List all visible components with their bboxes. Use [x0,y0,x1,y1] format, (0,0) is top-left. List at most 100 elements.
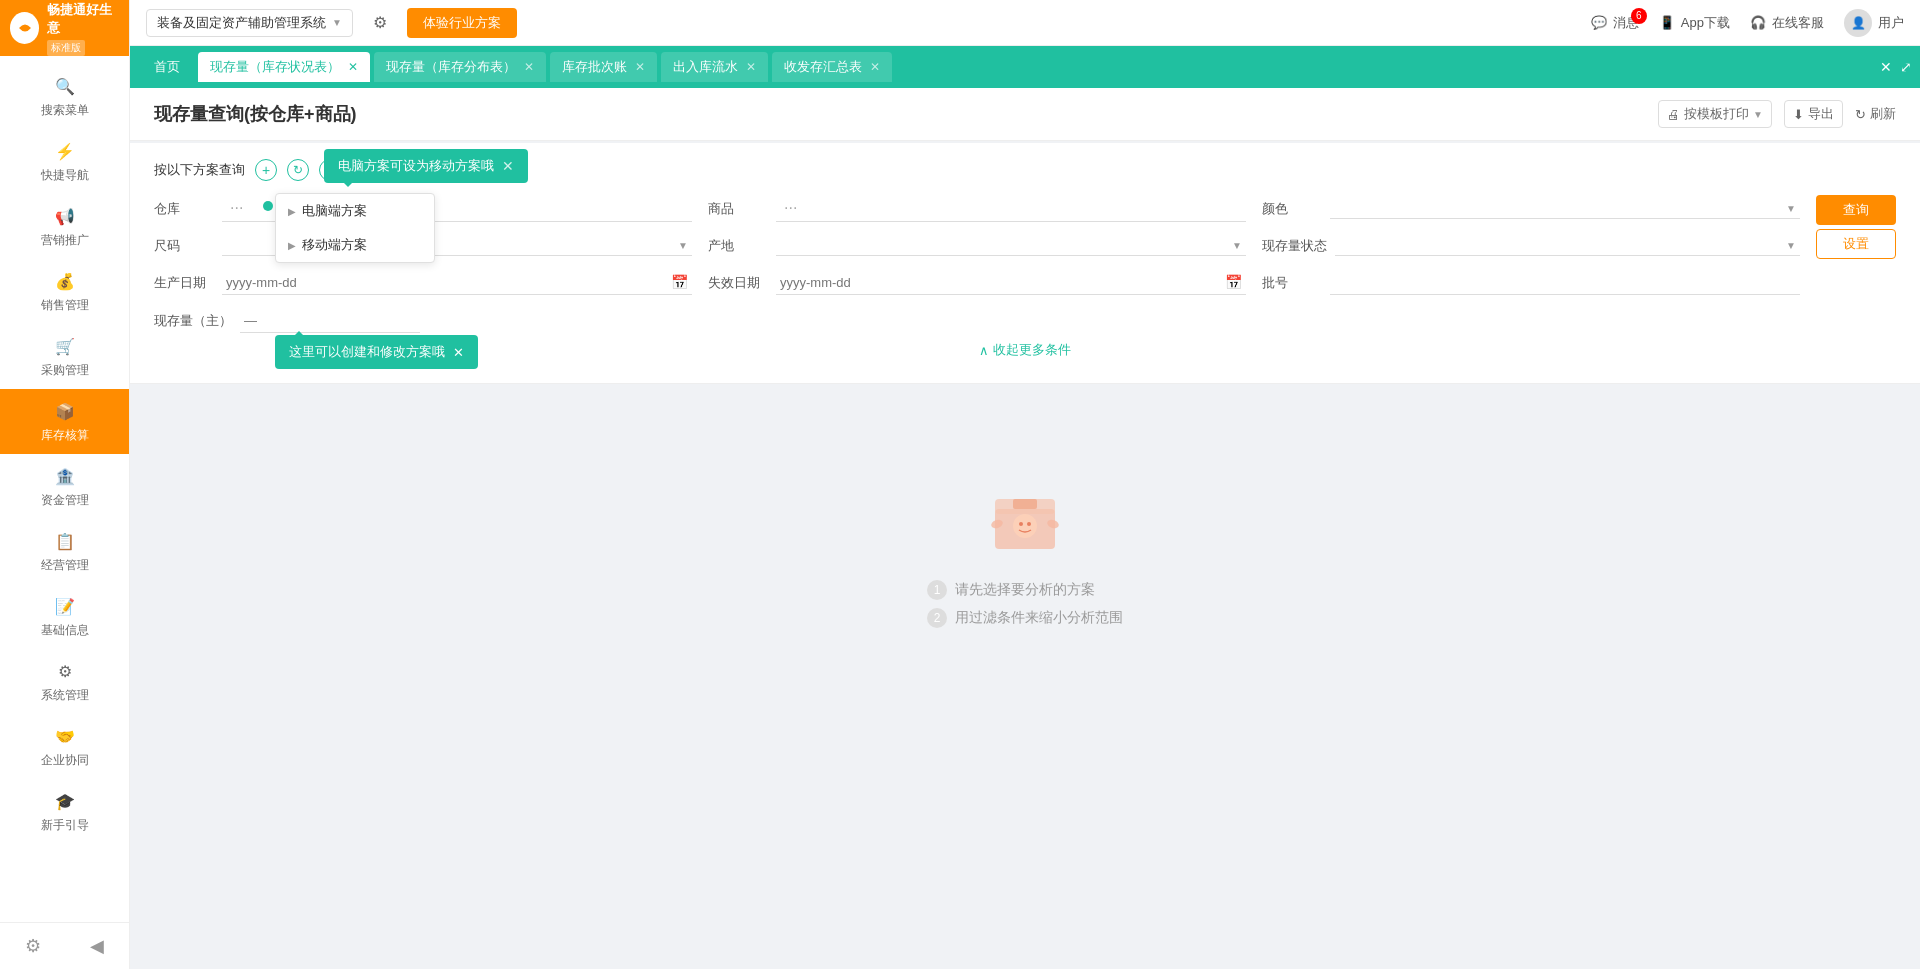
sidebar-item-sales[interactable]: 💰销售管理 [0,259,129,324]
filter-header: 按以下方案查询 + ↻ « 电脑方案可设为移动方案哦 ✕ [154,159,1896,181]
expiry-date-text[interactable] [780,275,1225,290]
prod-date-field: 生产日期 📅 [154,270,692,295]
expand-icon[interactable]: ⤢ [1900,59,1912,75]
marketing-icon: 📢 [53,204,77,228]
tab-in-out-flow[interactable]: 出入库流水 ✕ [661,52,768,82]
sidebar-item-operations[interactable]: 📋经营管理 [0,519,129,584]
sidebar-item-system[interactable]: ⚙系统管理 [0,649,129,714]
tab-home[interactable]: 首页 [138,50,196,84]
color-select[interactable]: ▼ [1330,199,1800,219]
tab-recv-summary[interactable]: 收发存汇总表 ✕ [772,52,892,82]
system-select[interactable]: 装备及固定资产辅助管理系统 ▼ [146,9,353,37]
chevron-down-icon: ▼ [1232,240,1242,251]
tab-inventory-status[interactable]: 现存量（库存状况表） ✕ [198,52,370,82]
tooltip-edit-scheme: 这里可以创建和修改方案哦 ✕ [275,335,478,369]
sidebar-item-search-menu[interactable]: 🔍搜索菜单 [0,64,129,129]
message-button[interactable]: 💬 消息 6 [1591,14,1639,32]
tab-close-icon[interactable]: ✕ [348,60,358,74]
quick-nav-icon: ⚡ [53,139,77,163]
sidebar-item-basic-info[interactable]: 📝基础信息 [0,584,129,649]
empty-state: 1 请先选择要分析的方案 2 用过滤条件来缩小分析范围 [130,384,1920,708]
empty-tip-2: 2 用过滤条件来缩小分析范围 [927,608,1123,628]
sidebar-item-inventory[interactable]: 📦库存核算 [0,389,129,454]
app-download-button[interactable]: 📱 App下载 [1659,14,1730,32]
export-button[interactable]: ⬇ 导出 [1784,100,1843,128]
filter-refresh-button[interactable]: ↻ [287,159,309,181]
scheme-item-pc[interactable]: ▶ 电脑端方案 [276,194,434,228]
operations-icon: 📋 [53,529,77,553]
settings-icon[interactable]: ⚙ [25,935,41,957]
prod-date-input[interactable]: 📅 [222,270,692,295]
sidebar-item-finance[interactable]: 🏦资金管理 [0,454,129,519]
tab-close-icon[interactable]: ✕ [746,60,756,74]
top-header: 装备及固定资产辅助管理系统 ▼ ⚙ 体验行业方案 💬 消息 6 📱 App下载 … [130,0,1920,46]
chevron-down-icon: ▼ [678,240,688,251]
prod-date-text[interactable] [226,275,671,290]
enterprise-icon: 🤝 [53,724,77,748]
product-field: 商品 ··· [708,195,1246,222]
filter-row-3: 生产日期 📅 失效日期 📅 [154,270,1800,295]
sidebar-item-enterprise[interactable]: 🤝企业协同 [0,714,129,779]
tab-bar-actions: ✕ ⤢ [1880,59,1912,75]
finance-icon: 🏦 [53,464,77,488]
inventory-status-select[interactable]: ▼ [1335,236,1800,256]
qty-main-text[interactable] [244,313,416,328]
batch-input[interactable] [1330,271,1800,295]
headset-icon: 🎧 [1750,15,1766,30]
export-icon: ⬇ [1793,107,1804,122]
calendar-icon[interactable]: 📅 [671,274,688,290]
sidebar: 畅捷通好生意 标准版 🔍搜索菜单⚡快捷导航📢营销推广💰销售管理🛒采购管理📦库存核… [0,0,130,969]
tooltip-scheme-hint: 电脑方案可设为移动方案哦 ✕ [324,149,528,183]
origin-select[interactable]: ▼ [776,236,1246,256]
expiry-date-input[interactable]: 📅 [776,270,1246,295]
chevron-down-icon: ▼ [1753,109,1763,120]
svg-point-0 [22,25,28,31]
svg-point-6 [1027,522,1031,526]
basic-info-icon: 📝 [53,594,77,618]
sales-icon: 💰 [53,269,77,293]
online-service-button[interactable]: 🎧 在线客服 [1750,14,1824,32]
tooltip-close-icon[interactable]: ✕ [502,158,514,174]
qty-main-input[interactable] [240,309,420,333]
tab-close-icon[interactable]: ✕ [635,60,645,74]
logo-text: 畅捷通好生意 标准版 [47,1,119,56]
qty-main-field: 现存量（主） [154,309,697,333]
sidebar-item-purchase[interactable]: 🛒采购管理 [0,324,129,389]
system-icon: ⚙ [53,659,77,683]
chevron-right-icon: ▶ [288,240,296,251]
filter-panel: 按以下方案查询 + ↻ « 电脑方案可设为移动方案哦 ✕ ▶ 电脑端方案 [130,143,1920,384]
query-button[interactable]: 查询 [1816,195,1896,225]
sidebar-item-marketing[interactable]: 📢营销推广 [0,194,129,259]
message-icon: 💬 [1591,15,1607,30]
tab-close-icon[interactable]: ✕ [870,60,880,74]
main-area: 装备及固定资产辅助管理系统 ▼ ⚙ 体验行业方案 💬 消息 6 📱 App下载 … [130,0,1920,969]
content-area: 现存量查询(按仓库+商品) 🖨 按模板打印 ▼ ⬇ 导出 ↻ 刷新 [130,88,1920,969]
avatar: 👤 [1844,9,1872,37]
scheme-item-mobile[interactable]: ▶ 移动端方案 [276,228,434,262]
sidebar-item-newbie[interactable]: 🎓新手引导 [0,779,129,844]
calendar-icon[interactable]: 📅 [1225,274,1242,290]
settings-button[interactable]: ⚙ [365,8,395,38]
print-button[interactable]: 🖨 按模板打印 ▼ [1658,100,1772,128]
tooltip2-close-icon[interactable]: ✕ [453,345,464,360]
sidebar-nav: 🔍搜索菜单⚡快捷导航📢营销推广💰销售管理🛒采购管理📦库存核算🏦资金管理📋经营管理… [0,56,129,922]
refresh-button[interactable]: ↻ 刷新 [1855,105,1896,123]
user-menu[interactable]: 👤 用户 [1844,9,1904,37]
chevron-up-icon: ∧ [979,343,989,358]
svg-point-4 [1013,514,1037,538]
filter-add-button[interactable]: + [255,159,277,181]
newbie-icon: 🎓 [53,789,77,813]
filter-row-4: 现存量（主） [154,309,1800,333]
header-right: 💬 消息 6 📱 App下载 🎧 在线客服 👤 用户 [1591,9,1904,37]
collapse-icon[interactable]: ◀ [90,935,104,957]
sidebar-item-quick-nav[interactable]: ⚡快捷导航 [0,129,129,194]
svg-point-5 [1019,522,1023,526]
tab-close-icon[interactable]: ✕ [524,60,534,74]
tab-batch-account[interactable]: 库存批次账 ✕ [550,52,657,82]
trial-button[interactable]: 体验行业方案 [407,8,517,38]
set-button[interactable]: 设置 [1816,229,1896,259]
chevron-down-icon: ▼ [332,17,342,28]
close-all-icon[interactable]: ✕ [1880,59,1892,75]
tab-inventory-dist[interactable]: 现存量（库存分布表） ✕ [374,52,546,82]
product-input[interactable]: ··· [776,195,1246,222]
